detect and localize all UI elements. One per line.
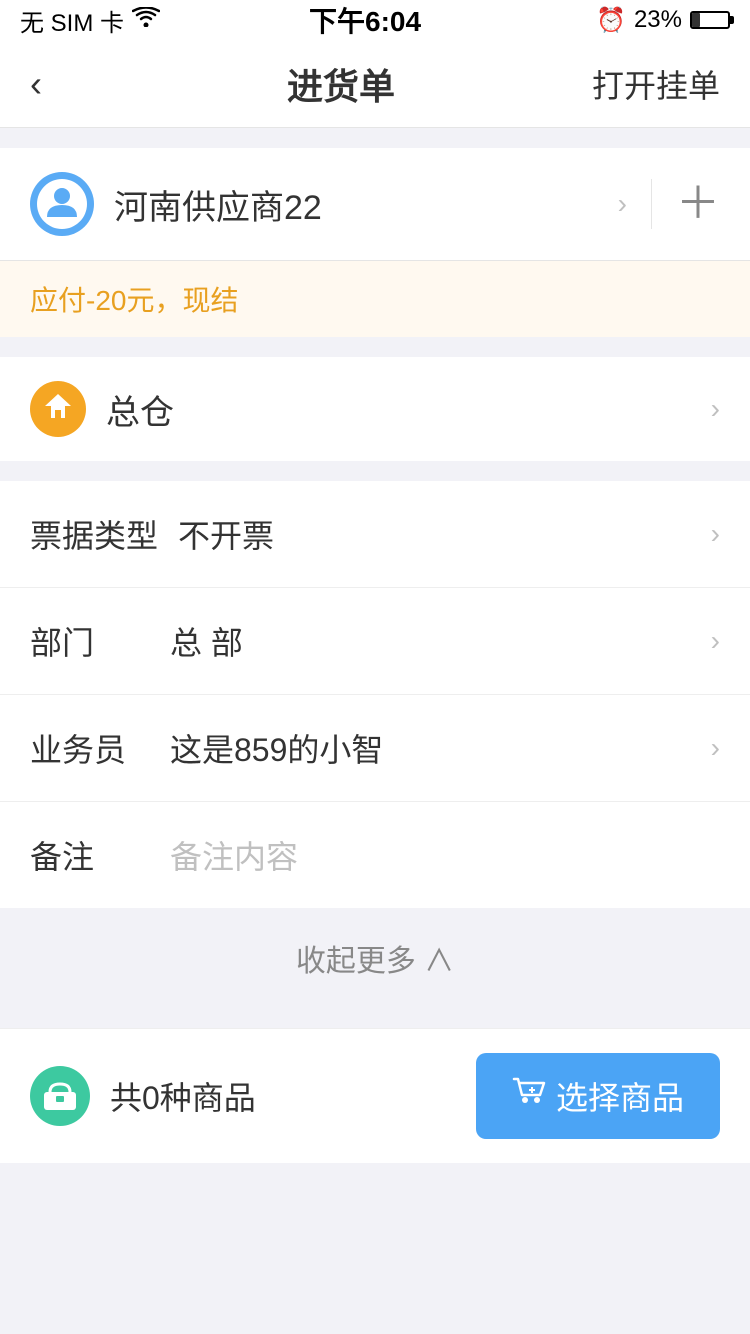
department-label: 部门 — [30, 618, 150, 664]
supplier-row[interactable]: 河南供应商22 › ＋ — [0, 148, 750, 261]
person-icon — [47, 185, 77, 224]
remarks-input[interactable]: 备注内容 — [170, 832, 720, 878]
select-product-label: 选择商品 — [556, 1073, 684, 1119]
top-separator — [0, 128, 750, 148]
back-button[interactable]: ‹ — [30, 63, 90, 105]
warehouse-name: 总仓 — [106, 385, 711, 434]
salesman-value: 这是859的小智 — [170, 725, 701, 771]
warehouse-row[interactable]: 总仓 › — [0, 357, 750, 461]
department-row[interactable]: 部门 总 部 › — [0, 588, 750, 695]
location-icon — [570, 6, 588, 34]
supplier-avatar — [30, 172, 94, 236]
status-right: ⏰ 23% — [570, 6, 730, 35]
invoice-row[interactable]: 票据类型 不开票 › — [0, 481, 750, 588]
collapse-row[interactable]: 收起更多 ∧ — [0, 908, 750, 1008]
nav-bar: ‹ 进货单 打开挂单 — [0, 40, 750, 128]
product-count-text: 共0种商品 — [110, 1073, 476, 1119]
remarks-row[interactable]: 备注 备注内容 — [0, 802, 750, 908]
add-supplier-button[interactable]: ＋ — [676, 182, 720, 226]
warehouse-section: 总仓 › — [0, 357, 750, 461]
product-icon — [30, 1066, 90, 1126]
main-content: 河南供应商22 › ＋ 应付-20元，现结 总仓 › 票据类型 — [0, 128, 750, 1334]
supplier-chevron-icon: › — [618, 188, 627, 220]
select-product-button[interactable]: 选择商品 — [476, 1053, 720, 1139]
invoice-chevron-icon: › — [711, 518, 720, 550]
bottom-separator — [0, 1008, 750, 1028]
status-bar: 无 SIM 卡 下午6:04 ⏰ 23% — [0, 0, 750, 40]
warehouse-separator — [0, 337, 750, 357]
form-separator — [0, 461, 750, 481]
salesman-chevron-icon: › — [711, 732, 720, 764]
cart-icon — [512, 1077, 546, 1116]
vertical-divider — [651, 179, 652, 229]
department-chevron-icon: › — [711, 625, 720, 657]
warehouse-chevron-icon: › — [711, 393, 720, 425]
status-time: 下午6:04 — [309, 0, 421, 40]
salesman-row[interactable]: 业务员 这是859的小智 › — [0, 695, 750, 802]
notice-banner: 应付-20元，现结 — [0, 261, 750, 337]
page-title: 进货单 — [287, 58, 395, 110]
alarm-icon: ⏰ — [596, 6, 626, 35]
open-pending-button[interactable]: 打开挂单 — [592, 61, 720, 107]
warehouse-icon — [30, 381, 86, 437]
carrier-text: 无 SIM 卡 — [20, 3, 124, 38]
battery-icon — [690, 11, 730, 29]
wifi-icon — [132, 6, 160, 34]
battery-percent: 23% — [634, 6, 682, 34]
status-left: 无 SIM 卡 — [20, 3, 160, 38]
form-section: 票据类型 不开票 › 部门 总 部 › 业务员 这是859的小智 › 备注 备注… — [0, 481, 750, 908]
salesman-label: 业务员 — [30, 725, 150, 771]
remarks-label: 备注 — [30, 832, 150, 878]
invoice-label: 票据类型 — [30, 511, 158, 557]
supplier-section: 河南供应商22 › ＋ 应付-20元，现结 — [0, 148, 750, 337]
bottom-bar: 共0种商品 选择商品 — [0, 1028, 750, 1163]
supplier-name: 河南供应商22 — [114, 180, 618, 229]
invoice-value: 不开票 — [178, 511, 701, 557]
home-icon — [43, 392, 73, 427]
department-value: 总 部 — [170, 618, 701, 664]
